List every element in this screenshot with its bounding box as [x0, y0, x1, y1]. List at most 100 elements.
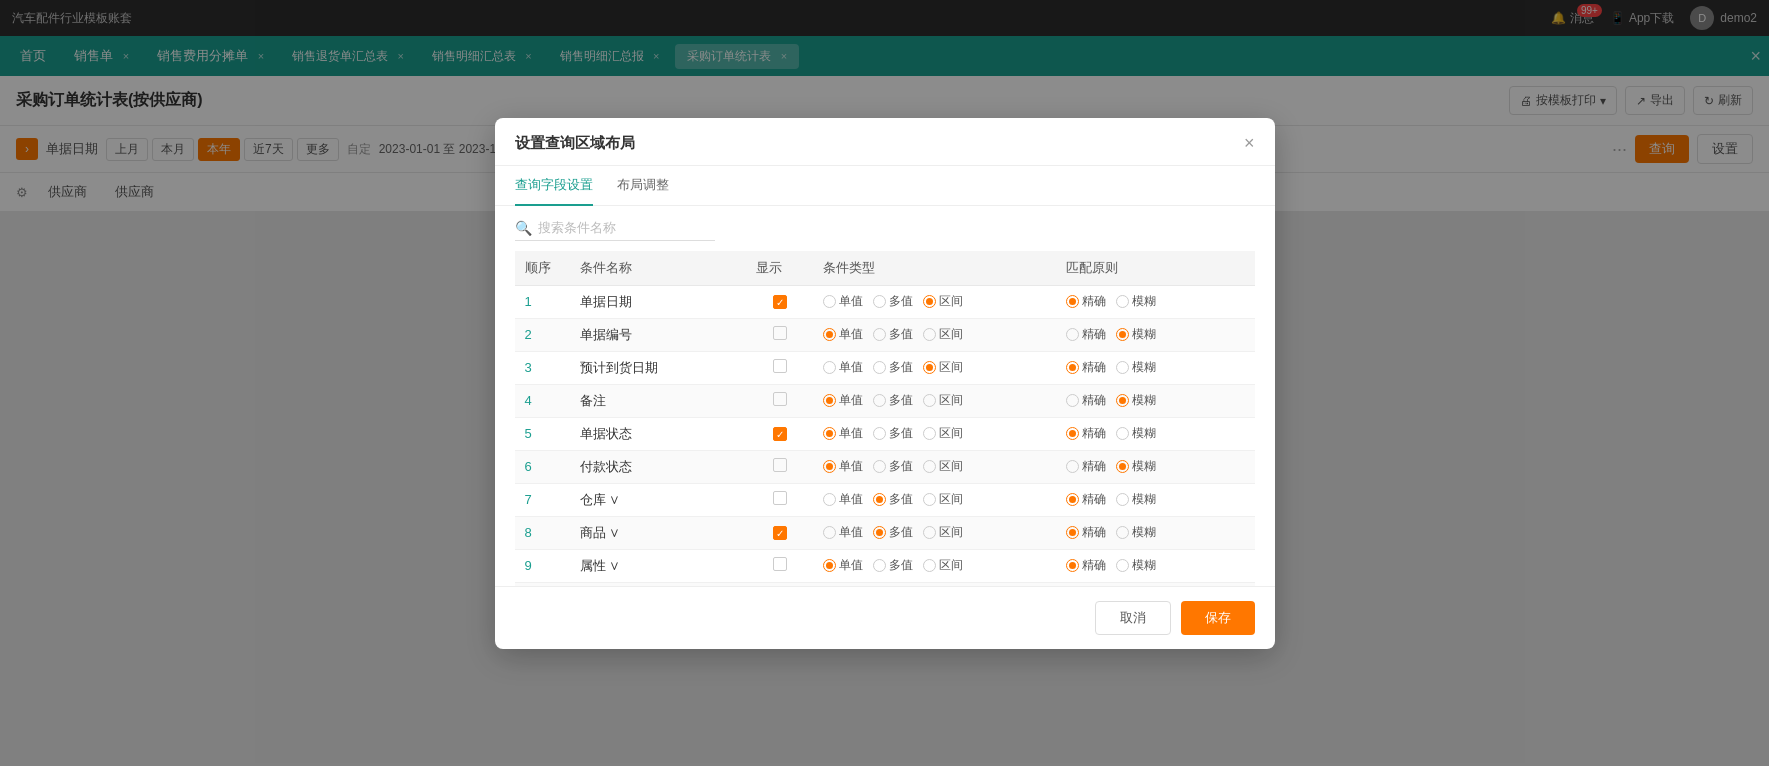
checkbox[interactable]: ✓	[773, 526, 787, 540]
tab-layout[interactable]: 布局调整	[617, 166, 669, 206]
radio-item-match-精确[interactable]: 精确	[1066, 326, 1106, 343]
radio-dot-match	[1116, 361, 1129, 374]
row-type-radios: 单值多值区间	[813, 516, 1056, 549]
radio-item-match-精确[interactable]: 精确	[1066, 425, 1106, 442]
row-condition-name: 单据编号	[570, 318, 747, 351]
radio-item-多值[interactable]: 多值	[873, 425, 913, 442]
checkbox[interactable]	[773, 359, 787, 373]
radio-item-match-模糊[interactable]: 模糊	[1116, 557, 1156, 574]
row-match-radios: 精确模糊	[1056, 516, 1255, 549]
radio-item-多值[interactable]: 多值	[873, 491, 913, 508]
radio-item-单值[interactable]: 单值	[823, 359, 863, 376]
row-display-checkbox[interactable]	[746, 318, 812, 351]
radio-item-多值[interactable]: 多值	[873, 392, 913, 409]
row-match-radios: 精确模糊	[1056, 384, 1255, 417]
radio-item-match-精确[interactable]: 精确	[1066, 491, 1106, 508]
radio-item-match-模糊[interactable]: 模糊	[1116, 425, 1156, 442]
radio-item-单值[interactable]: 单值	[823, 458, 863, 475]
row-display-checkbox[interactable]	[746, 351, 812, 384]
table-row: 1单据日期✓单值多值区间精确模糊	[515, 286, 1255, 319]
radio-item-区间[interactable]: 区间	[923, 326, 963, 343]
radio-dot	[873, 394, 886, 407]
modal-close-btn[interactable]: ×	[1244, 134, 1255, 152]
radio-dot	[873, 361, 886, 374]
radio-item-多值[interactable]: 多值	[873, 293, 913, 310]
radio-item-区间[interactable]: 区间	[923, 458, 963, 475]
radio-item-match-精确[interactable]: 精确	[1066, 524, 1106, 541]
radio-item-match-模糊[interactable]: 模糊	[1116, 359, 1156, 376]
radio-item-区间[interactable]: 区间	[923, 524, 963, 541]
radio-item-多值[interactable]: 多值	[873, 524, 913, 541]
radio-item-区间[interactable]: 区间	[923, 293, 963, 310]
radio-item-多值[interactable]: 多值	[873, 326, 913, 343]
row-display-checkbox[interactable]: ✓	[746, 417, 812, 450]
row-display-checkbox[interactable]: ✓	[746, 286, 812, 319]
radio-item-match-精确[interactable]: 精确	[1066, 359, 1106, 376]
radio-item-多值[interactable]: 多值	[873, 557, 913, 574]
radio-dot	[823, 361, 836, 374]
th-match: 匹配原则	[1056, 251, 1255, 286]
radio-item-区间[interactable]: 区间	[923, 557, 963, 574]
radio-dot	[823, 493, 836, 506]
radio-item-单值[interactable]: 单值	[823, 425, 863, 442]
search-input[interactable]	[538, 220, 698, 235]
cancel-btn[interactable]: 取消	[1095, 601, 1171, 635]
table-row: 3预计到货日期单值多值区间精确模糊	[515, 351, 1255, 384]
radio-dot	[823, 526, 836, 539]
row-display-checkbox[interactable]: ✓	[746, 516, 812, 549]
radio-item-match-模糊[interactable]: 模糊	[1116, 392, 1156, 409]
row-condition-name: 付款状态	[570, 450, 747, 483]
save-btn[interactable]: 保存	[1181, 601, 1255, 635]
radio-item-单值[interactable]: 单值	[823, 557, 863, 574]
checkbox[interactable]	[773, 557, 787, 571]
checkbox[interactable]	[773, 326, 787, 340]
th-order: 顺序	[515, 251, 570, 286]
row-display-checkbox[interactable]	[746, 483, 812, 516]
row-display-checkbox[interactable]	[746, 384, 812, 417]
radio-item-match-模糊[interactable]: 模糊	[1116, 524, 1156, 541]
radio-item-match-精确[interactable]: 精确	[1066, 557, 1106, 574]
radio-dot-match	[1116, 328, 1129, 341]
radio-dot-match	[1116, 493, 1129, 506]
radio-dot	[923, 328, 936, 341]
row-order: 8	[515, 516, 570, 549]
modal-title: 设置查询区域布局	[515, 134, 635, 153]
row-order: 7	[515, 483, 570, 516]
radio-item-match-模糊[interactable]: 模糊	[1116, 326, 1156, 343]
radio-item-单值[interactable]: 单值	[823, 293, 863, 310]
radio-item-match-模糊[interactable]: 模糊	[1116, 293, 1156, 310]
th-name: 条件名称	[570, 251, 747, 286]
row-condition-name: 商品 ∨	[570, 516, 747, 549]
radio-item-单值[interactable]: 单值	[823, 524, 863, 541]
settings-modal: 设置查询区域布局 × 查询字段设置 布局调整 🔍 顺序 条件名称 显示	[495, 118, 1275, 649]
row-order: 9	[515, 549, 570, 582]
radio-dot-match	[1116, 394, 1129, 407]
checkbox[interactable]: ✓	[773, 295, 787, 309]
checkbox[interactable]	[773, 491, 787, 505]
checkbox[interactable]	[773, 392, 787, 406]
radio-item-多值[interactable]: 多值	[873, 359, 913, 376]
radio-item-区间[interactable]: 区间	[923, 392, 963, 409]
row-match-radios: 精确模糊	[1056, 483, 1255, 516]
radio-item-区间[interactable]: 区间	[923, 359, 963, 376]
row-display-checkbox[interactable]	[746, 549, 812, 582]
radio-item-单值[interactable]: 单值	[823, 491, 863, 508]
radio-item-单值[interactable]: 单值	[823, 392, 863, 409]
conditions-table: 顺序 条件名称 显示 条件类型 匹配原则	[515, 251, 1255, 286]
radio-item-match-模糊[interactable]: 模糊	[1116, 458, 1156, 475]
radio-item-match-精确[interactable]: 精确	[1066, 293, 1106, 310]
radio-item-多值[interactable]: 多值	[873, 458, 913, 475]
row-match-radios: 精确模糊	[1056, 549, 1255, 582]
radio-dot	[873, 328, 886, 341]
row-type-radios: 单值多值区间	[813, 384, 1056, 417]
radio-item-区间[interactable]: 区间	[923, 491, 963, 508]
radio-item-match-模糊[interactable]: 模糊	[1116, 491, 1156, 508]
radio-item-match-精确[interactable]: 精确	[1066, 392, 1106, 409]
radio-item-match-精确[interactable]: 精确	[1066, 458, 1106, 475]
radio-item-区间[interactable]: 区间	[923, 425, 963, 442]
checkbox[interactable]	[773, 458, 787, 472]
tab-query-fields[interactable]: 查询字段设置	[515, 166, 593, 206]
checkbox[interactable]: ✓	[773, 427, 787, 441]
row-display-checkbox[interactable]	[746, 450, 812, 483]
radio-item-单值[interactable]: 单值	[823, 326, 863, 343]
